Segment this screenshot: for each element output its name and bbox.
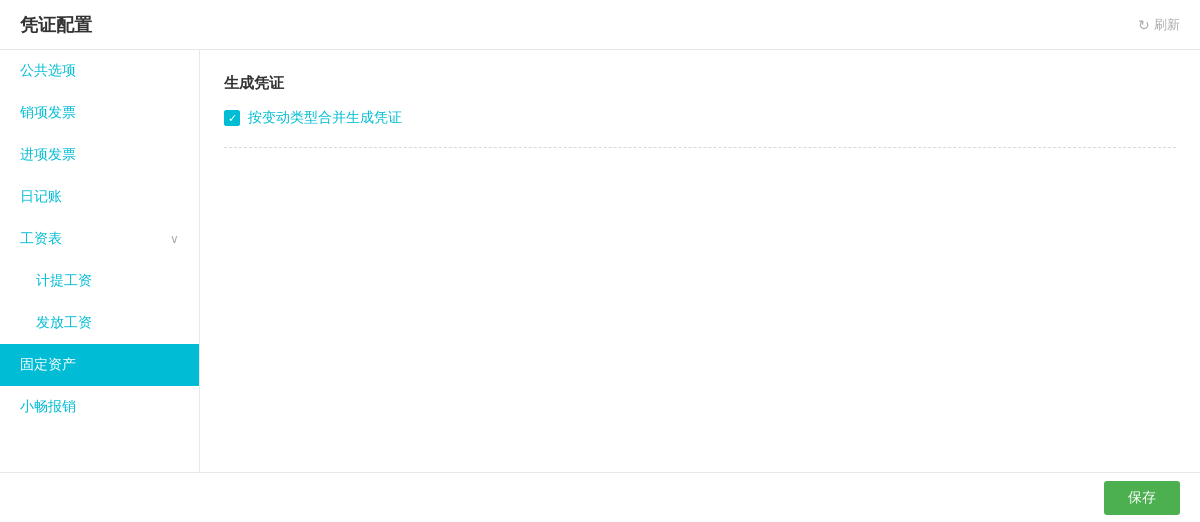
sidebar-item-pay-wage[interactable]: 发放工资 xyxy=(0,302,199,344)
content-area: 生成凭证 ✓ 按变动类型合并生成凭证 xyxy=(200,50,1200,472)
sidebar-item-label: 销项发票 xyxy=(20,104,76,122)
refresh-label: 刷新 xyxy=(1154,16,1180,34)
refresh-icon: ↻ xyxy=(1138,17,1150,33)
sidebar-item-label: 计提工资 xyxy=(36,272,92,290)
sidebar: 公共选项 销项发票 进项发票 日记账 工资表 ∨ 计提工资 发放工资 固定资产 … xyxy=(0,50,200,472)
section-title: 生成凭证 xyxy=(224,74,1176,93)
sidebar-item-label: 进项发票 xyxy=(20,146,76,164)
sidebar-item-label: 小畅报销 xyxy=(20,398,76,416)
sidebar-item-fixed-assets[interactable]: 固定资产 xyxy=(0,344,199,386)
sidebar-item-public-options[interactable]: 公共选项 xyxy=(0,50,199,92)
checkmark-icon: ✓ xyxy=(228,113,237,124)
sidebar-item-payroll-table[interactable]: 工资表 ∨ xyxy=(0,218,199,260)
sidebar-item-label: 工资表 xyxy=(20,230,62,248)
page-title: 凭证配置 xyxy=(20,13,92,37)
sidebar-item-label: 日记账 xyxy=(20,188,62,206)
sidebar-item-purchase-invoice[interactable]: 进项发票 xyxy=(0,134,199,176)
save-button[interactable]: 保存 xyxy=(1104,481,1180,515)
main-layout: 公共选项 销项发票 进项发票 日记账 工资表 ∨ 计提工资 发放工资 固定资产 … xyxy=(0,50,1200,472)
sidebar-item-label: 固定资产 xyxy=(20,356,76,374)
sidebar-item-journal[interactable]: 日记账 xyxy=(0,176,199,218)
section-divider xyxy=(224,147,1176,148)
merge-checkbox[interactable]: ✓ xyxy=(224,110,240,126)
sidebar-item-accrual-wage[interactable]: 计提工资 xyxy=(0,260,199,302)
checkbox-label: 按变动类型合并生成凭证 xyxy=(248,109,402,127)
checkbox-row: ✓ 按变动类型合并生成凭证 xyxy=(224,109,1176,127)
sidebar-item-label: 发放工资 xyxy=(36,314,92,332)
sidebar-item-expense-report[interactable]: 小畅报销 xyxy=(0,386,199,428)
footer: 保存 xyxy=(0,472,1200,522)
sidebar-item-sales-invoice[interactable]: 销项发票 xyxy=(0,92,199,134)
header: 凭证配置 ↻ 刷新 xyxy=(0,0,1200,50)
refresh-button[interactable]: ↻ 刷新 xyxy=(1138,16,1180,34)
sidebar-item-label: 公共选项 xyxy=(20,62,76,80)
chevron-down-icon: ∨ xyxy=(170,232,179,246)
